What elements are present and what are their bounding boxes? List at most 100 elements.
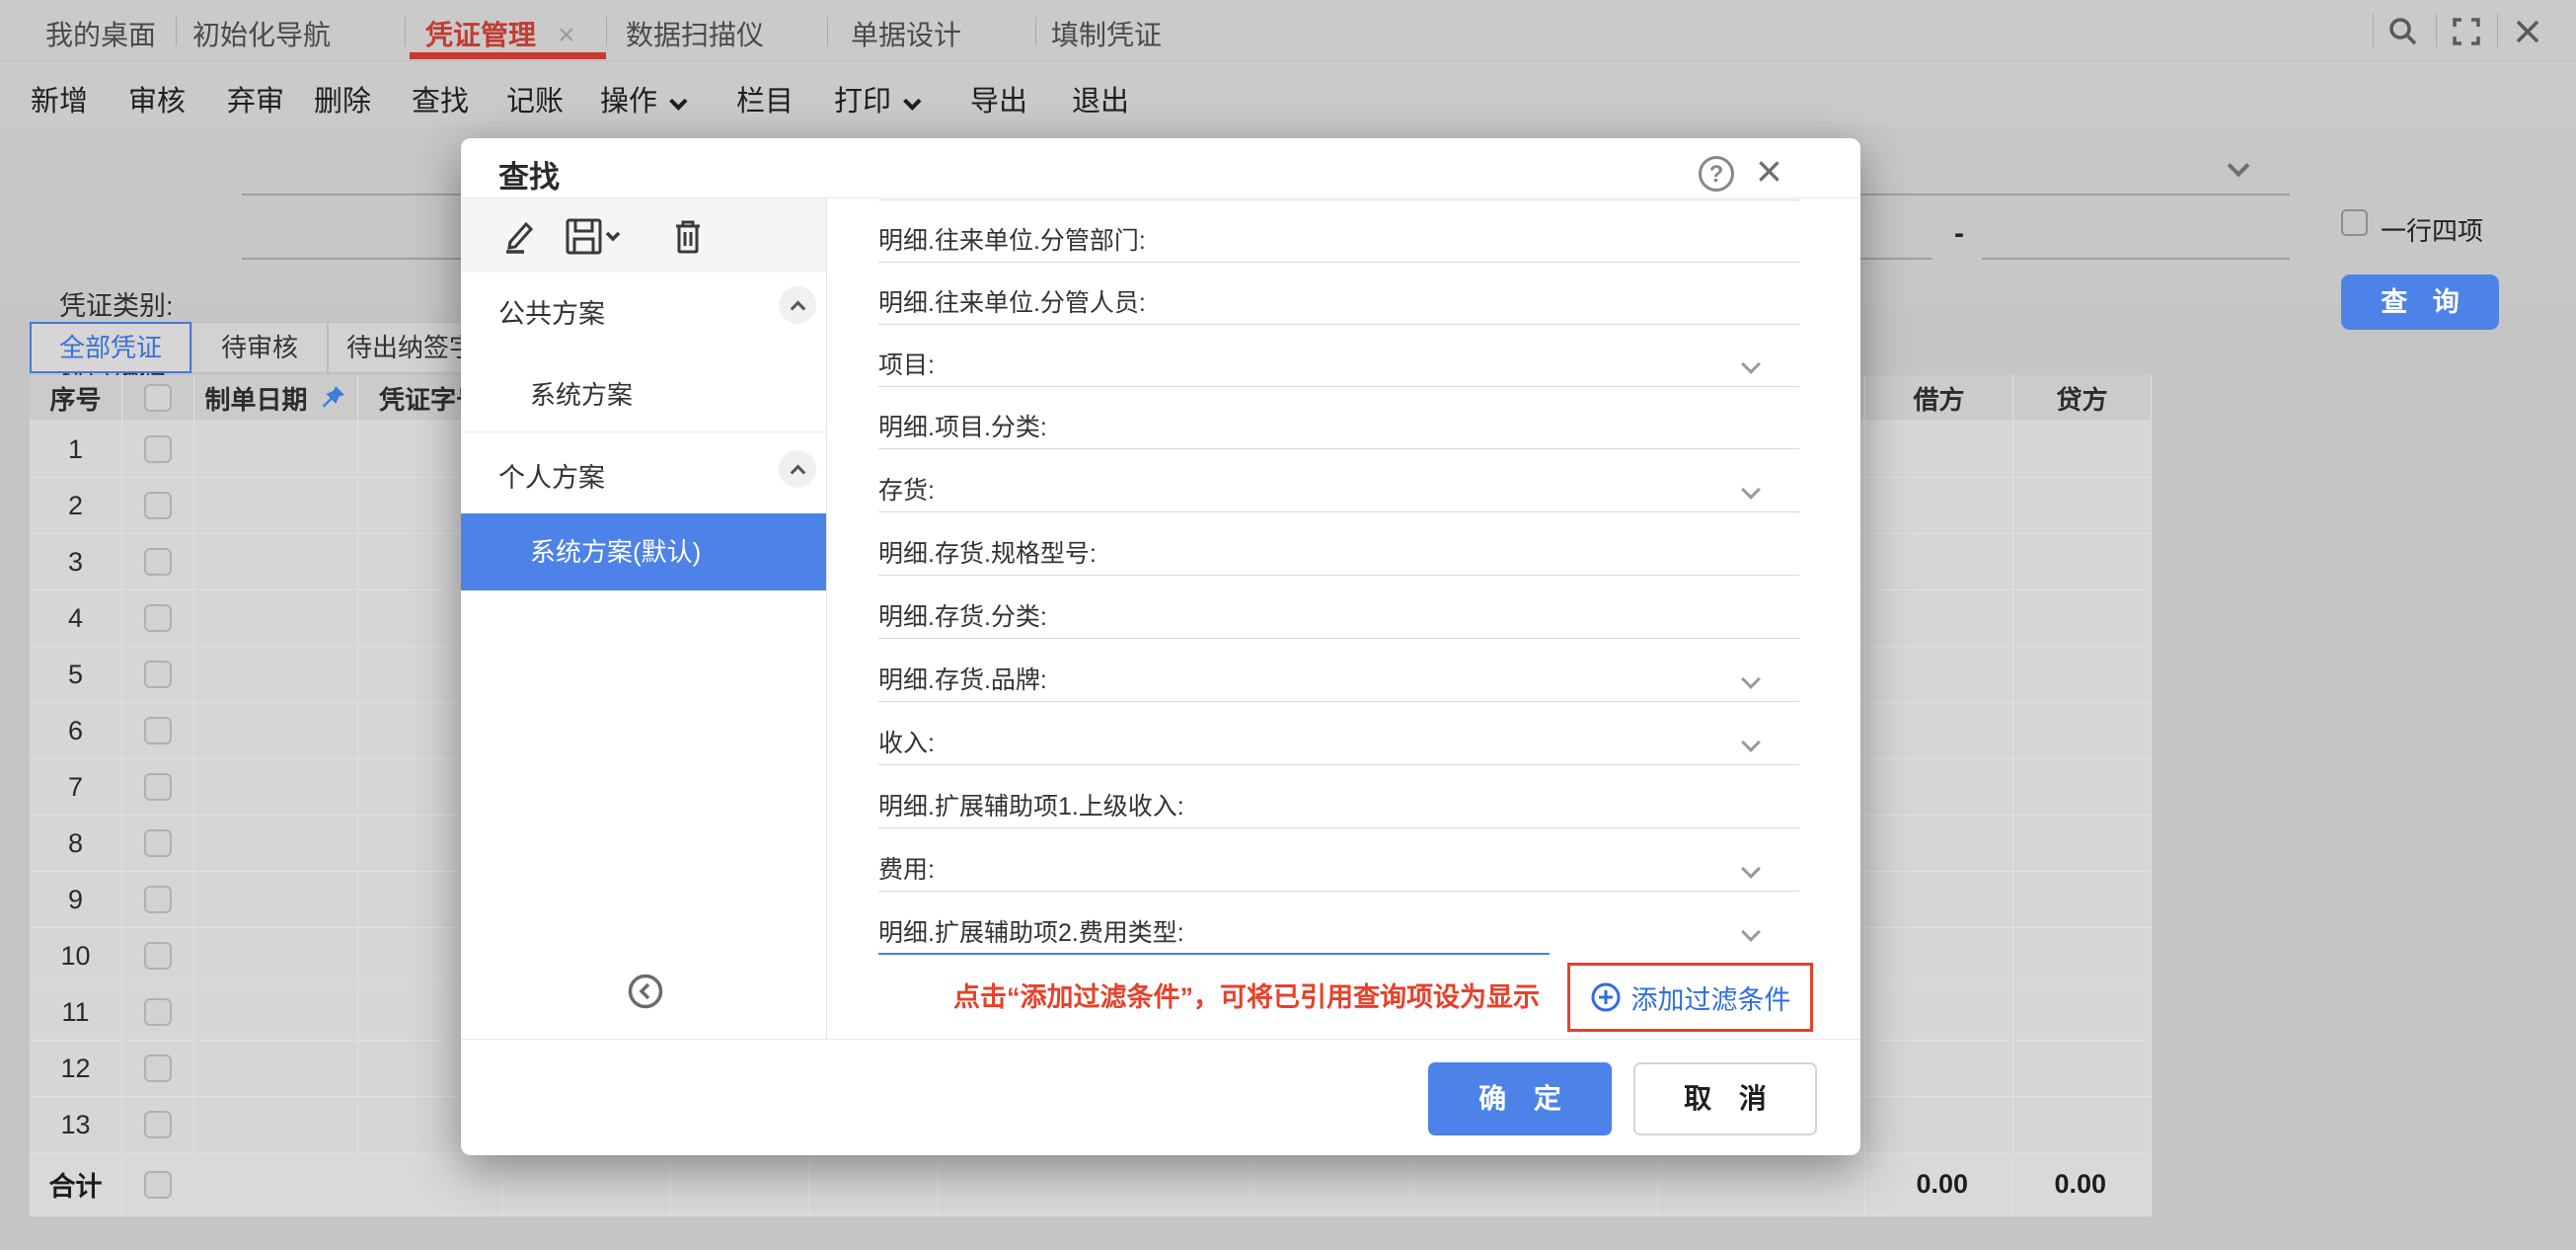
row-seq: 7 [30, 759, 122, 816]
print-menu-button[interactable]: 打印 [834, 78, 916, 119]
chevron-down-icon [669, 92, 687, 110]
filter-field-expense[interactable]: 费用: [878, 846, 1799, 892]
tree-group-public[interactable]: 公共方案 [498, 292, 605, 331]
row-seq: 12 [30, 1041, 122, 1097]
header-credit[interactable]: 贷方 [2013, 375, 2152, 422]
divider [176, 17, 177, 46]
new-button[interactable]: 新增 [31, 78, 88, 119]
divider [827, 17, 828, 46]
header-select-all[interactable] [122, 375, 194, 422]
total-credit: 0.00 [2013, 1153, 2152, 1216]
tab-pending-audit[interactable]: 待审核 [191, 322, 328, 373]
tab-voucher-management[interactable]: 凭证管理 × [425, 14, 575, 53]
filter-field-project[interactable]: 项目: [878, 342, 1799, 387]
find-button[interactable]: 查找 [412, 78, 469, 119]
delete-button[interactable]: 删除 [314, 78, 371, 119]
one-row-four-checkbox[interactable] [2341, 209, 2368, 236]
select-all-checkbox[interactable] [144, 384, 172, 412]
divider [606, 17, 607, 46]
filter-field-dept[interactable]: 明细.往来单位.分管部门: [878, 217, 1799, 263]
tab-all-vouchers[interactable]: 全部凭证 [30, 322, 191, 373]
row-checkbox[interactable] [144, 492, 172, 519]
search-icon[interactable] [2387, 15, 2420, 48]
divider [826, 198, 827, 1039]
collapse-panel-icon[interactable] [627, 973, 664, 1010]
scheme-icon-bar [461, 198, 826, 273]
row-checkbox[interactable] [144, 998, 172, 1026]
total-checkbox[interactable] [144, 1171, 172, 1199]
edit-icon[interactable] [498, 216, 538, 256]
tab-form-design[interactable]: 单据设计 [851, 14, 961, 53]
row-seq: 9 [30, 872, 122, 928]
close-tab-icon[interactable]: × [558, 19, 575, 51]
voucher-type-label: 凭证类别: [59, 284, 174, 323]
row-checkbox[interactable] [144, 773, 172, 801]
filter-field-inventory[interactable]: 存货: [878, 467, 1799, 512]
ok-button[interactable]: 确 定 [1428, 1062, 1612, 1135]
top-tab-bar: 我的桌面 初始化导航 凭证管理 × 数据扫描仪 单据设计 填制凭证 [0, 0, 2576, 61]
row-checkbox[interactable] [144, 548, 172, 576]
audit-button[interactable]: 审核 [128, 78, 186, 119]
tree-group-personal[interactable]: 个人方案 [498, 456, 605, 495]
active-tab-indicator [410, 52, 606, 59]
tab-label: 凭证管理 [425, 20, 536, 50]
total-debit: 0.00 [1865, 1153, 2013, 1216]
tree-item-system-scheme[interactable]: 系统方案 [530, 375, 633, 412]
collapse-public-icon[interactable] [779, 286, 816, 324]
row-seq: 2 [30, 478, 122, 534]
filter-field-inv-cat[interactable]: 明细.存货.分类: [878, 593, 1799, 639]
filter-field-brand[interactable]: 明细.存货.品牌: [878, 657, 1799, 702]
filter-field[interactable] [878, 155, 1799, 200]
app-screen: 04231346 04231346 04231346 我的桌面 初始化导航 凭证… [0, 0, 2576, 1250]
dialog-title: 查找 [498, 152, 560, 196]
export-button[interactable]: 导出 [970, 78, 1027, 119]
post-button[interactable]: 记账 [506, 78, 564, 119]
tab-data-scanner[interactable]: 数据扫描仪 [626, 14, 764, 53]
operate-menu-button[interactable]: 操作 [600, 78, 682, 119]
filter-field-ext2-focused[interactable]: 明细.扩展辅助项2.费用类型: [878, 909, 1550, 955]
filter-field-income[interactable]: 收入: [878, 720, 1799, 765]
exit-button[interactable]: 退出 [1072, 78, 1129, 119]
plus-circle-icon [1590, 981, 1622, 1013]
fullscreen-icon[interactable] [2450, 15, 2483, 48]
row-checkbox[interactable] [144, 829, 172, 857]
row-checkbox[interactable] [144, 435, 172, 463]
row-checkbox[interactable] [144, 1055, 172, 1082]
add-filter-button[interactable]: 添加过滤条件 [1567, 963, 1813, 1032]
action-toolbar: 新增 审核 弃审 删除 查找 记账 操作 栏目 打印 导出 退出 [0, 61, 2576, 128]
filter-field-person[interactable]: 明细.往来单位.分管人员: [878, 279, 1799, 325]
divider [461, 1039, 1860, 1040]
tab-my-desktop[interactable]: 我的桌面 [45, 14, 156, 53]
subject-code-to-input[interactable] [1982, 258, 2290, 260]
print-label: 打印 [834, 86, 891, 117]
header-seq[interactable]: 序号 [30, 375, 122, 422]
collapse-personal-icon[interactable] [779, 450, 816, 488]
header-debit[interactable]: 借方 [1865, 375, 2013, 422]
operate-label: 操作 [600, 86, 657, 117]
row-checkbox[interactable] [144, 661, 172, 688]
columns-button[interactable]: 栏目 [736, 78, 794, 119]
pin-sort-icon[interactable] [318, 383, 347, 413]
divider [1035, 17, 1036, 46]
row-checkbox[interactable] [144, 1111, 172, 1138]
filter-field-ext1[interactable]: 明细.扩展辅助项1.上级收入: [878, 783, 1799, 828]
row-checkbox[interactable] [144, 717, 172, 744]
query-button[interactable]: 查 询 [2341, 274, 2499, 330]
row-seq: 6 [30, 703, 122, 759]
row-checkbox[interactable] [144, 942, 172, 970]
close-window-icon[interactable] [2511, 15, 2544, 48]
delete-scheme-icon[interactable] [668, 216, 708, 256]
filter-field-project-cat[interactable]: 明细.项目.分类: [878, 404, 1799, 449]
cancel-button[interactable]: 取 消 [1633, 1062, 1817, 1135]
divider [461, 431, 826, 432]
tab-init-navigation[interactable]: 初始化导航 [192, 14, 331, 53]
unaudit-button[interactable]: 弃审 [227, 78, 284, 119]
row-checkbox[interactable] [144, 604, 172, 632]
tab-fill-voucher[interactable]: 填制凭证 [1051, 14, 1162, 53]
tree-item-system-scheme-default-selected[interactable]: 系统方案(默认) [461, 513, 826, 590]
divider [2436, 14, 2437, 47]
save-icon[interactable] [564, 216, 625, 256]
header-date[interactable]: 制单日期 [194, 375, 358, 422]
row-checkbox[interactable] [144, 886, 172, 913]
filter-field-spec[interactable]: 明细.存货.规格型号: [878, 530, 1799, 576]
